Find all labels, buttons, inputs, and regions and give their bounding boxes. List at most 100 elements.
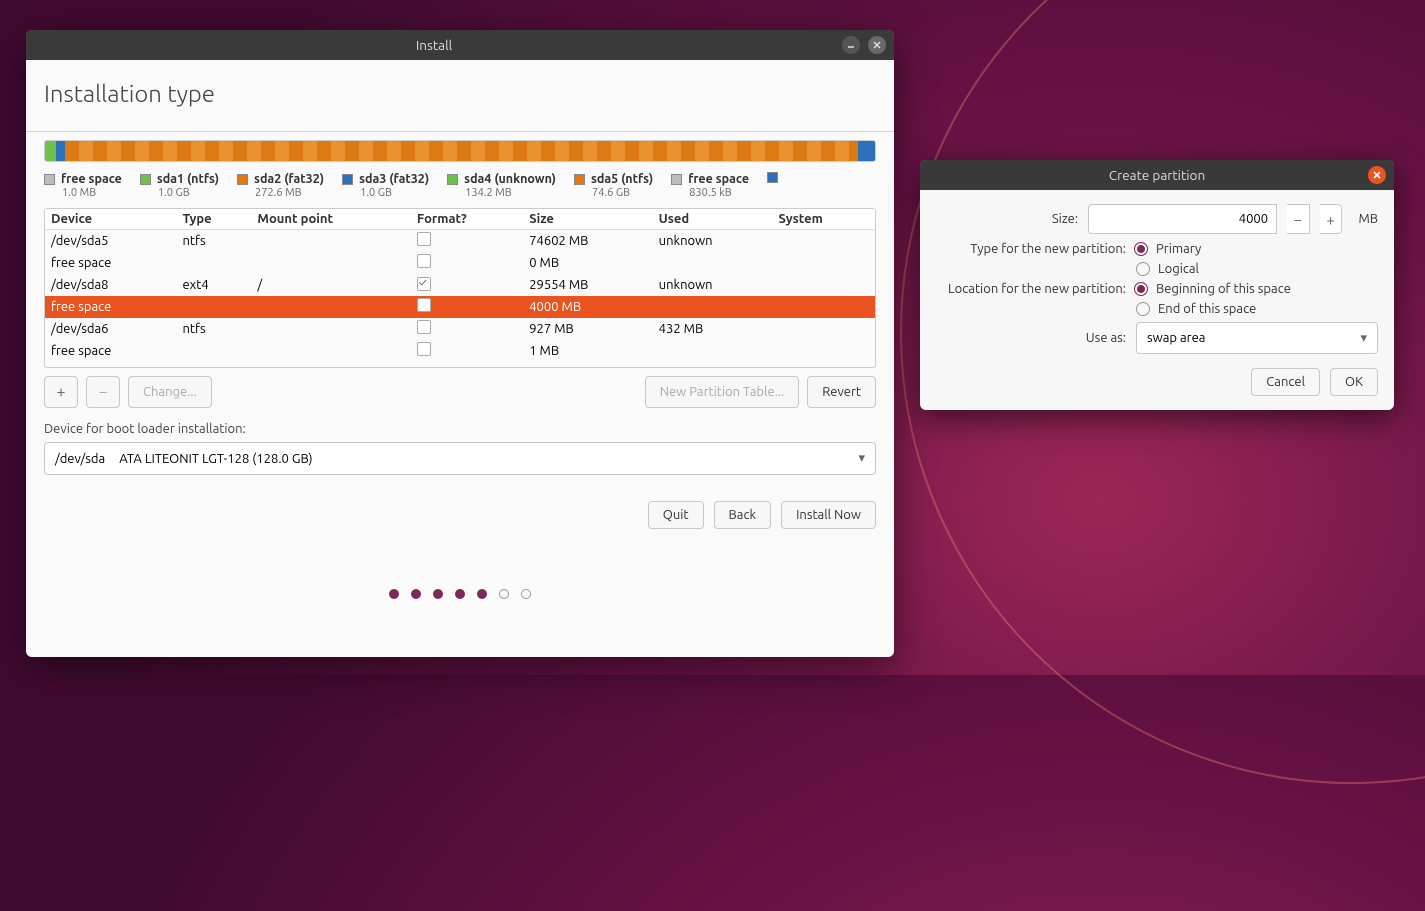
format-checkbox[interactable] <box>417 342 431 356</box>
cell-used: unknown <box>653 274 773 296</box>
radio-logical-label: Logical <box>1158 262 1199 276</box>
close-button[interactable] <box>868 36 886 54</box>
partition-toolbar: + − Change... New Partition Table... Rev… <box>44 376 876 408</box>
col-type[interactable]: Type <box>176 209 251 230</box>
useas-select[interactable]: swap area ▾ <box>1136 322 1378 354</box>
size-increment-button[interactable]: + <box>1320 204 1343 234</box>
legend-swatch <box>447 174 458 185</box>
size-input[interactable] <box>1088 204 1277 234</box>
legend-swatch <box>140 174 151 185</box>
cell-system <box>773 230 875 252</box>
legend-item: sda5 (ntfs)74.6 GB <box>574 172 653 200</box>
cell-mount <box>251 318 411 340</box>
chevron-down-icon: ▾ <box>858 451 865 466</box>
format-checkbox[interactable] <box>417 232 431 246</box>
col-size[interactable]: Size <box>523 209 652 230</box>
minimize-button[interactable] <box>842 36 860 54</box>
cell-format[interactable] <box>411 274 523 296</box>
format-checkbox[interactable] <box>417 254 431 268</box>
dialog-close-button[interactable] <box>1368 166 1386 184</box>
table-row[interactable]: free space0 MB <box>45 252 875 274</box>
bootloader-select[interactable]: /dev/sda ATA LITEONIT LGT-128 (128.0 GB)… <box>44 442 876 475</box>
useas-label: Use as: <box>936 331 1126 345</box>
remove-partition-button[interactable]: − <box>86 376 120 408</box>
col-system[interactable]: System <box>773 209 875 230</box>
table-row[interactable]: /dev/sda5ntfs74602 MBunknown <box>45 230 875 252</box>
table-row[interactable]: free space4000 MB <box>45 296 875 318</box>
radio-location-begin-label: Beginning of this space <box>1156 282 1291 296</box>
cell-device: /dev/sda5 <box>45 230 176 252</box>
radio-logical[interactable] <box>1136 262 1150 276</box>
col-used[interactable]: Used <box>653 209 773 230</box>
cell-format[interactable] <box>411 230 523 252</box>
cell-used <box>653 296 773 318</box>
size-row: Size: − + MB <box>936 204 1378 234</box>
cell-format[interactable] <box>411 296 523 318</box>
legend-item: sda4 (unknown)134.2 MB <box>447 172 556 200</box>
dot-3 <box>433 589 443 599</box>
radio-location-end[interactable] <box>1136 302 1150 316</box>
dialog-cancel-button[interactable]: Cancel <box>1251 368 1320 396</box>
cell-system <box>773 318 875 340</box>
table-row[interactable]: free space1 MB <box>45 340 875 362</box>
useas-value: swap area <box>1147 331 1205 345</box>
installer-window: Install Installation type free space1.0 … <box>26 30 894 657</box>
cell-system <box>773 296 875 318</box>
radio-primary[interactable] <box>1134 242 1148 256</box>
quit-button[interactable]: Quit <box>648 501 704 529</box>
dialog-ok-button[interactable]: OK <box>1330 368 1378 396</box>
dialog-titlebar[interactable]: Create partition <box>920 160 1394 190</box>
format-checkbox[interactable] <box>417 277 431 291</box>
cell-device: /dev/sda8 <box>45 274 176 296</box>
revert-button[interactable]: Revert <box>807 376 876 408</box>
progress-dots <box>44 589 876 599</box>
legend-item-overflow <box>767 172 778 200</box>
dot-7 <box>521 589 531 599</box>
col-device[interactable]: Device <box>45 209 176 230</box>
legend-label: sda2 (fat32) <box>254 172 324 187</box>
titlebar[interactable]: Install <box>26 30 894 60</box>
location-row-end: End of this space <box>936 302 1378 316</box>
location-row: Location for the new partition: Beginnin… <box>936 282 1378 296</box>
col-format[interactable]: Format? <box>411 209 523 230</box>
change-partition-button[interactable]: Change... <box>128 376 212 408</box>
cell-mount <box>251 230 411 252</box>
col-mount[interactable]: Mount point <box>251 209 411 230</box>
page-title: Installation type <box>44 80 876 107</box>
window-title: Install <box>26 37 842 53</box>
cell-used <box>653 340 773 362</box>
format-checkbox[interactable] <box>417 298 431 312</box>
window-content: Installation type free space1.0 MBsda1 (… <box>26 60 894 657</box>
cell-device: free space <box>45 296 176 318</box>
cell-type: ntfs <box>176 230 251 252</box>
cell-format[interactable] <box>411 252 523 274</box>
add-partition-button[interactable]: + <box>44 376 78 408</box>
useas-row: Use as: swap area ▾ <box>936 322 1378 354</box>
size-decrement-button[interactable]: − <box>1287 204 1310 234</box>
partbar-seg-sda5 <box>65 141 858 161</box>
cell-format[interactable] <box>411 318 523 340</box>
table-row[interactable]: /dev/sda8ext4/29554 MBunknown <box>45 274 875 296</box>
legend-swatch <box>237 174 248 185</box>
location-label: Location for the new partition: <box>936 282 1126 296</box>
cell-type <box>176 252 251 274</box>
partbar-seg-tail <box>858 141 875 161</box>
cell-size: 0 MB <box>523 252 652 274</box>
size-unit: MB <box>1358 212 1378 226</box>
size-label: Size: <box>936 212 1078 226</box>
type-label: Type for the new partition: <box>936 242 1126 256</box>
legend-label: sda3 (fat32) <box>359 172 429 187</box>
format-checkbox[interactable] <box>417 320 431 334</box>
legend-size: 272.6 MB <box>237 187 324 200</box>
dot-1 <box>389 589 399 599</box>
table-row[interactable]: /dev/sda6ntfs927 MB432 MB <box>45 318 875 340</box>
cell-type <box>176 340 251 362</box>
cell-used: 432 MB <box>653 318 773 340</box>
cell-size: 927 MB <box>523 318 652 340</box>
install-now-button[interactable]: Install Now <box>781 501 876 529</box>
new-partition-table-button[interactable]: New Partition Table... <box>645 376 800 408</box>
cell-format[interactable] <box>411 340 523 362</box>
back-button[interactable]: Back <box>714 501 772 529</box>
partition-table[interactable]: Device Type Mount point Format? Size Use… <box>44 208 876 368</box>
radio-location-begin[interactable] <box>1134 282 1148 296</box>
